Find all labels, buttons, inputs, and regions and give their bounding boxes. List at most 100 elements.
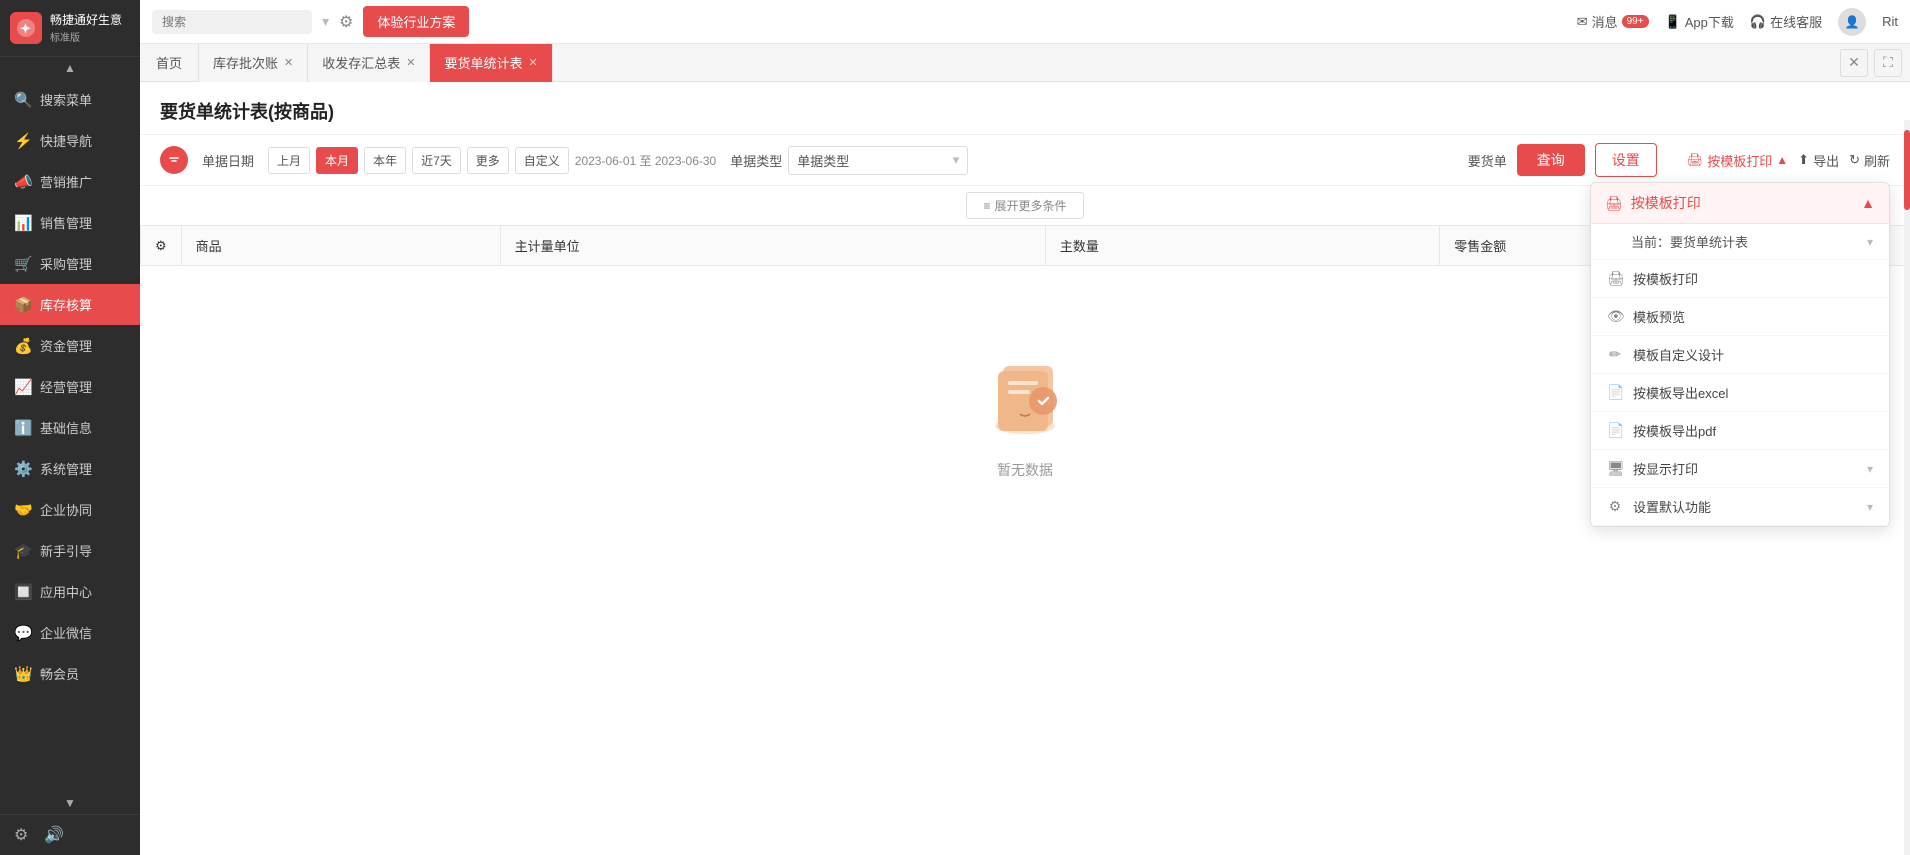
sidebar-item-operations[interactable]: 📈 经营管理 — [0, 366, 140, 407]
dropdown-title: 按模板打印 — [1631, 193, 1701, 213]
sidebar-item-label: 营销推广 — [40, 172, 92, 191]
settings-col-icon[interactable]: ⚙ — [155, 238, 167, 253]
user-avatar-btn[interactable]: 👤 — [1838, 8, 1866, 36]
page-level-actions: 🖨 按模板打印 ▲ ⬆ 导出 ↻ 刷新 — [1687, 151, 1890, 170]
topbar-gear-icon[interactable]: ⚙ — [339, 12, 353, 32]
printer-icon: 🖨 — [1687, 152, 1704, 168]
sidebar-item-sales[interactable]: 📊 销售管理 — [0, 202, 140, 243]
dropdown-print-icon: 🖨 — [1605, 195, 1623, 212]
dropdown-item-export-pdf[interactable]: 📄 按模板导出pdf — [1591, 412, 1889, 450]
date-btn-this-month[interactable]: 本月 — [316, 147, 358, 174]
filter-right-actions: 要货单 查询 设置 🖨 按模板打印 ▲ ⬆ 导出 — [1468, 143, 1890, 177]
set-default-label: 设置默认功能 — [1633, 497, 1711, 516]
tabs-maximize-btn[interactable]: ⛶ — [1874, 49, 1902, 77]
expand-more-button[interactable]: ≡ 展开更多条件 — [966, 192, 1083, 219]
sidebar-item-marketing[interactable]: 📣 营销推广 — [0, 161, 140, 202]
content-area: 要货单统计表(按商品) 单据日期 上月 本月 本年 近7天 更多 自定义 — [140, 82, 1910, 855]
sidebar-item-label: 搜索菜单 — [40, 90, 92, 109]
doc-type-filter: 单据类型 单据类型 ▾ — [730, 146, 968, 175]
date-btn-this-year[interactable]: 本年 — [364, 147, 406, 174]
purchase-icon: 🛒 — [14, 255, 32, 273]
search-input[interactable] — [152, 10, 312, 34]
right-scrollbar[interactable] — [1904, 120, 1910, 855]
sys-mgmt-icon: ⚙️ — [14, 460, 32, 478]
tabs-close-all-btn[interactable]: ✕ — [1840, 49, 1868, 77]
sidebar-scroll-up[interactable]: ▲ — [0, 57, 140, 79]
date-btn-custom[interactable]: 自定义 — [515, 147, 569, 174]
messages-badge: 99+ — [1622, 15, 1649, 28]
sales-icon: 📊 — [14, 214, 32, 232]
dropdown-item-export-excel[interactable]: 📄 按模板导出excel — [1591, 374, 1889, 412]
date-btn-more[interactable]: 更多 — [467, 147, 509, 174]
sidebar-item-sys-mgmt[interactable]: ⚙️ 系统管理 — [0, 448, 140, 489]
sound-icon[interactable]: 🔊 — [44, 825, 64, 845]
dropdown-collapse-icon[interactable]: ▲ — [1861, 195, 1875, 211]
dropdown-item-export-pdf-label: 按模板导出pdf — [1633, 421, 1716, 440]
sidebar-item-search-menu[interactable]: 🔍 搜索菜单 — [0, 79, 140, 120]
sidebar-item-app-center[interactable]: 🔲 应用中心 — [0, 571, 140, 612]
sidebar-nav: 🔍 搜索菜单 ⚡ 快捷导航 📣 营销推广 📊 销售管理 🛒 采购管理 📦 — [0, 79, 140, 792]
display-print-label: 按显示打印 — [1633, 459, 1698, 478]
dropdown-current-template[interactable]: 当前：要货单统计表 ▾ — [1591, 224, 1889, 260]
col-quantity: 主数量 — [1045, 226, 1439, 266]
tab-home[interactable]: 首页 — [140, 44, 199, 82]
online-service-btn[interactable]: 🎧 在线客服 — [1750, 12, 1822, 31]
sidebar-item-enterprise-wechat[interactable]: 💬 企业微信 — [0, 612, 140, 653]
export-button[interactable]: ⬆ 导出 — [1798, 151, 1839, 170]
sidebar-item-basic-info[interactable]: ℹ️ 基础信息 — [0, 407, 140, 448]
tab-receivable-summary-close[interactable]: ✕ — [406, 56, 415, 69]
sidebar-scroll-down[interactable]: ▼ — [0, 792, 140, 814]
expand-icon: ≡ — [983, 199, 990, 213]
tab-receivable-summary[interactable]: 收发存汇总表 ✕ — [308, 44, 430, 82]
tab-order-stats[interactable]: 要货单统计表 ✕ — [430, 44, 552, 82]
settings-button[interactable]: 设置 — [1595, 143, 1657, 177]
export-icon: ⬆ — [1798, 152, 1809, 168]
template-print-button[interactable]: 🖨 按模板打印 ▲ — [1687, 151, 1788, 170]
refresh-button[interactable]: ↻ 刷新 — [1849, 151, 1890, 170]
sidebar-item-label: 快捷导航 — [40, 131, 92, 150]
dropdown-item-preview-icon: 👁 — [1607, 308, 1623, 325]
filter-bar: 单据日期 上月 本月 本年 近7天 更多 自定义 2023-06-01 至 20… — [140, 134, 1910, 185]
sidebar-item-new-guide[interactable]: 🎓 新手引导 — [0, 530, 140, 571]
sidebar-item-inventory[interactable]: 📦 库存核算 — [0, 284, 140, 325]
page-header: 要货单统计表(按商品) — [140, 82, 1910, 134]
dropdown-item-template-custom[interactable]: ✏ 模板自定义设计 — [1591, 336, 1889, 374]
dropdown-item-template-print[interactable]: 🖨 按模板打印 — [1591, 260, 1889, 298]
dropdown-section-display-print[interactable]: 🖥 按显示打印 ▾ — [1591, 450, 1889, 488]
tabs-bar: 首页 库存批次账 ✕ 收发存汇总表 ✕ 要货单统计表 ✕ ✕ ⛶ — [140, 44, 1910, 82]
sidebar-item-enterprise-collab[interactable]: 🤝 企业协同 — [0, 489, 140, 530]
dropdown-header: 🖨 按模板打印 ▲ — [1591, 183, 1889, 224]
set-default-chevron: ▾ — [1867, 500, 1873, 514]
dropdown-item-template-preview[interactable]: 👁 模板预览 — [1591, 298, 1889, 336]
dropdown-item-template-print-label: 按模板打印 — [1633, 269, 1698, 288]
display-print-icon: 🖥 — [1607, 460, 1623, 477]
query-button[interactable]: 查询 — [1517, 144, 1585, 176]
scrollbar-thumb[interactable] — [1904, 130, 1910, 210]
page-title: 要货单统计表(按商品) — [160, 98, 334, 124]
dropdown-section-display-print-left: 🖥 按显示打印 — [1607, 459, 1698, 478]
dropdown-item-template-custom-label: 模板自定义设计 — [1633, 345, 1724, 364]
dropdown-section-set-default[interactable]: ⚙ 设置默认功能 ▾ — [1591, 488, 1889, 526]
dropdown-item-template-preview-label: 模板预览 — [1633, 307, 1685, 326]
dropdown-item-print-icon: 🖨 — [1607, 270, 1623, 287]
sidebar-item-label: 企业协同 — [40, 500, 92, 519]
avatar: 👤 — [1838, 8, 1866, 36]
messages-btn[interactable]: ✉ 消息 99+ — [1577, 12, 1649, 31]
date-btn-last-month[interactable]: 上月 — [268, 147, 310, 174]
sidebar-item-purchase[interactable]: 🛒 采购管理 — [0, 243, 140, 284]
date-btn-last-7[interactable]: 近7天 — [412, 147, 461, 174]
sidebar-item-member[interactable]: 👑 畅会员 — [0, 653, 140, 694]
app-download-btn[interactable]: 📱 App下载 — [1665, 12, 1734, 31]
settings-icon[interactable]: ⚙ — [14, 825, 28, 845]
trial-button[interactable]: 体验行业方案 — [363, 6, 469, 37]
doc-type-select[interactable]: 单据类型 ▾ — [788, 146, 968, 175]
search-menu-icon: 🔍 — [14, 91, 32, 109]
sidebar-item-quick-nav[interactable]: ⚡ 快捷导航 — [0, 120, 140, 161]
sidebar-item-fund[interactable]: 💰 资金管理 — [0, 325, 140, 366]
tab-order-stats-close[interactable]: ✕ — [529, 56, 538, 69]
tab-inventory-batch-close[interactable]: ✕ — [284, 56, 293, 69]
topbar-dropdown-icon[interactable]: ▾ — [322, 13, 329, 30]
date-range-display: 2023-06-01 至 2023-06-30 — [575, 152, 716, 169]
filter-expand-btn[interactable] — [160, 146, 188, 174]
tab-inventory-batch[interactable]: 库存批次账 ✕ — [199, 44, 308, 82]
